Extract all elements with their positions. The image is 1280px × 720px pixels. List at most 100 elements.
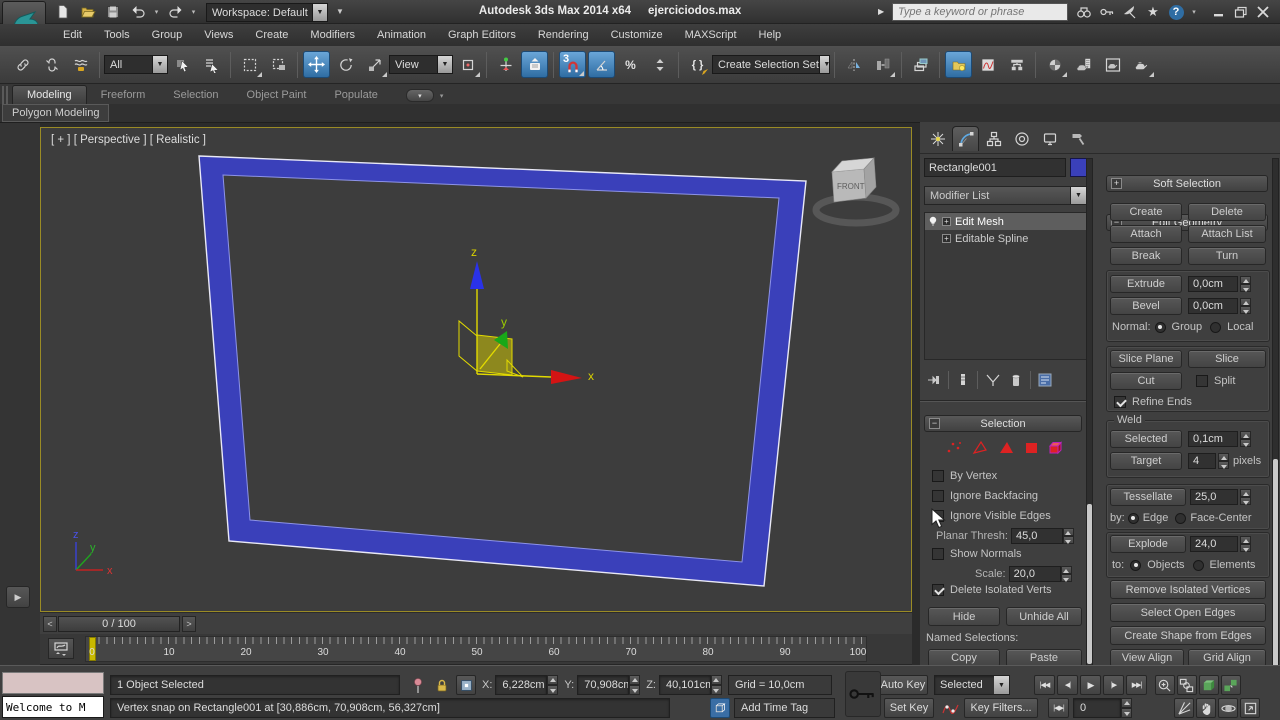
x-coord-field[interactable]: 6,228cm	[495, 675, 548, 695]
extrude-field[interactable]: 0,0cm	[1188, 276, 1238, 292]
modifier-list-arrow-icon[interactable]: ▼	[1070, 187, 1086, 204]
elements-radio[interactable]	[1192, 559, 1204, 571]
delete-isolated-verts-checkbox[interactable]	[932, 584, 944, 596]
planar-thresh-field[interactable]: 45,0	[1010, 528, 1063, 544]
workspace-flyout-icon[interactable]: ▼	[336, 7, 344, 16]
menu-group[interactable]: Group	[141, 29, 194, 41]
hide-button[interactable]: Hide	[928, 607, 1000, 626]
select-and-rotate-icon[interactable]	[332, 51, 359, 78]
select-and-link-icon[interactable]	[9, 51, 36, 78]
manage-layers-icon[interactable]	[907, 51, 934, 78]
make-unique-icon[interactable]	[984, 372, 1002, 388]
mirror-icon[interactable]	[840, 51, 867, 78]
key-mode-toggle-icon[interactable]: |◀▶|	[1048, 698, 1069, 718]
object-color-swatch[interactable]	[1070, 158, 1087, 177]
absolute-mode-icon[interactable]	[456, 675, 476, 695]
ribbon-tab-freeform[interactable]: Freeform	[87, 86, 160, 104]
schematic-view-icon[interactable]	[1003, 51, 1030, 78]
z-coord-field[interactable]: 40,101cm	[658, 675, 711, 695]
weld-target-button[interactable]: Target	[1110, 452, 1182, 470]
use-pivot-center-icon[interactable]	[454, 51, 481, 78]
collapse-icon[interactable]: −	[929, 418, 940, 429]
break-button[interactable]: Break	[1110, 247, 1182, 265]
selection-lock-icon[interactable]	[432, 675, 452, 695]
edit-named-selection-sets-icon[interactable]: { }	[684, 51, 711, 78]
play-button[interactable]: ▶	[1079, 675, 1101, 695]
align-icon[interactable]	[869, 51, 896, 78]
snaps-toggle-3d-icon[interactable]: 3	[559, 51, 586, 78]
close-button[interactable]	[1256, 6, 1270, 18]
select-and-scale-icon[interactable]	[361, 51, 388, 78]
menu-help[interactable]: Help	[748, 29, 793, 41]
zoom-extents-all-icon[interactable]	[1220, 675, 1241, 695]
slice-button[interactable]: Slice	[1188, 350, 1266, 368]
window-crossing-toggle-icon[interactable]	[265, 51, 292, 78]
named-selection-set-arrow-icon[interactable]: ▼	[818, 56, 829, 73]
objects-radio[interactable]	[1130, 559, 1142, 571]
weld-target-field[interactable]: 4	[1188, 453, 1216, 469]
show-end-result-icon[interactable]	[955, 372, 971, 388]
normal-group-radio[interactable]	[1154, 321, 1166, 333]
search-input[interactable]	[892, 3, 1068, 21]
face-center-radio[interactable]	[1175, 512, 1187, 524]
named-selection-set-dropdown[interactable]: Create Selection Set ▼	[712, 55, 830, 74]
keyboard-shortcut-override-icon[interactable]	[521, 51, 548, 78]
tab-display-icon[interactable]	[1036, 126, 1063, 151]
soft-selection-rollout-header[interactable]: + Soft Selection	[1106, 175, 1268, 192]
expand-icon[interactable]: +	[942, 234, 951, 243]
stack-item-edit-mesh[interactable]: + Edit Mesh	[925, 213, 1086, 230]
weld-target-spinner[interactable]	[1218, 453, 1229, 469]
configure-modifier-sets-icon[interactable]	[1037, 372, 1053, 388]
add-time-tag-icon[interactable]	[710, 698, 730, 718]
key-lock-icon[interactable]	[845, 671, 881, 717]
zoom-extents-icon[interactable]	[1198, 675, 1219, 695]
ribbon-panel-polygon-modeling[interactable]: Polygon Modeling	[2, 104, 110, 122]
go-to-start-button[interactable]: |◀◀	[1033, 675, 1055, 695]
tab-modify-icon[interactable]	[952, 126, 979, 151]
gizmo-x-arrowhead[interactable]	[551, 370, 582, 384]
new-file-button[interactable]	[52, 2, 74, 22]
weld-selected-spinner[interactable]	[1240, 431, 1251, 447]
split-checkbox[interactable]	[1196, 375, 1208, 387]
favorites-star-icon[interactable]: ★	[1143, 3, 1163, 21]
time-slider-handle[interactable]: 0 / 100	[58, 616, 180, 632]
planar-thresh-spinner[interactable]	[1062, 528, 1074, 544]
ignore-backfacing-checkbox[interactable]	[932, 490, 944, 502]
select-by-name-icon[interactable]	[198, 51, 225, 78]
face-subobject-icon[interactable]	[998, 440, 1015, 455]
menu-tools[interactable]: Tools	[93, 29, 141, 41]
render-production-icon[interactable]	[1128, 51, 1155, 78]
tab-utilities-icon[interactable]	[1064, 126, 1091, 151]
ribbon-options-flyout-icon[interactable]: ▾	[440, 92, 444, 100]
attach-button[interactable]: Attach	[1110, 225, 1182, 243]
explode-spinner[interactable]	[1240, 536, 1251, 552]
element-subobject-icon[interactable]	[1048, 440, 1065, 455]
sidebar-expander-button[interactable]: ▶	[6, 586, 30, 608]
expand-icon[interactable]: +	[942, 217, 951, 226]
unhide-all-button[interactable]: Unhide All	[1006, 607, 1082, 626]
track-bar-ruler[interactable]: 0 10 20 30 40 50 60 70 80 90 100	[85, 636, 867, 662]
menu-edit[interactable]: Edit	[52, 29, 93, 41]
selection-filter-dropdown[interactable]: All ▼	[104, 55, 168, 74]
create-shape-from-edges-button[interactable]: Create Shape from Edges	[1110, 626, 1266, 645]
menu-create[interactable]: Create	[244, 29, 299, 41]
subscription-key-icon[interactable]	[1097, 3, 1117, 21]
select-open-edges-button[interactable]: Select Open Edges	[1110, 603, 1266, 622]
search-binoculars-icon[interactable]	[1074, 3, 1094, 21]
viewport-label[interactable]: [ + ] [ Perspective ] [ Realistic ]	[51, 134, 206, 146]
save-file-button[interactable]	[102, 2, 124, 22]
refine-ends-checkbox[interactable]	[1114, 396, 1126, 408]
tab-create-icon[interactable]	[924, 126, 951, 151]
animation-set-dropdown[interactable]: Selected ▼	[933, 675, 1010, 695]
graphite-ribbon-toggle-icon[interactable]	[945, 51, 972, 78]
menu-graph-editors[interactable]: Graph Editors	[437, 29, 527, 41]
default-key-tangent-icon[interactable]	[940, 698, 960, 718]
animation-set-arrow-icon[interactable]: ▼	[993, 676, 1009, 694]
undo-dropdown-icon[interactable]: ▾	[152, 2, 161, 22]
bevel-field[interactable]: 0,0cm	[1188, 298, 1238, 314]
go-to-end-button[interactable]: ▶▶|	[1125, 675, 1147, 695]
ribbon-tab-modeling[interactable]: Modeling	[12, 85, 87, 104]
ribbon-tab-object-paint[interactable]: Object Paint	[233, 86, 321, 104]
left-column-scrollbar[interactable]	[1086, 158, 1093, 666]
undo-button[interactable]	[127, 2, 149, 22]
